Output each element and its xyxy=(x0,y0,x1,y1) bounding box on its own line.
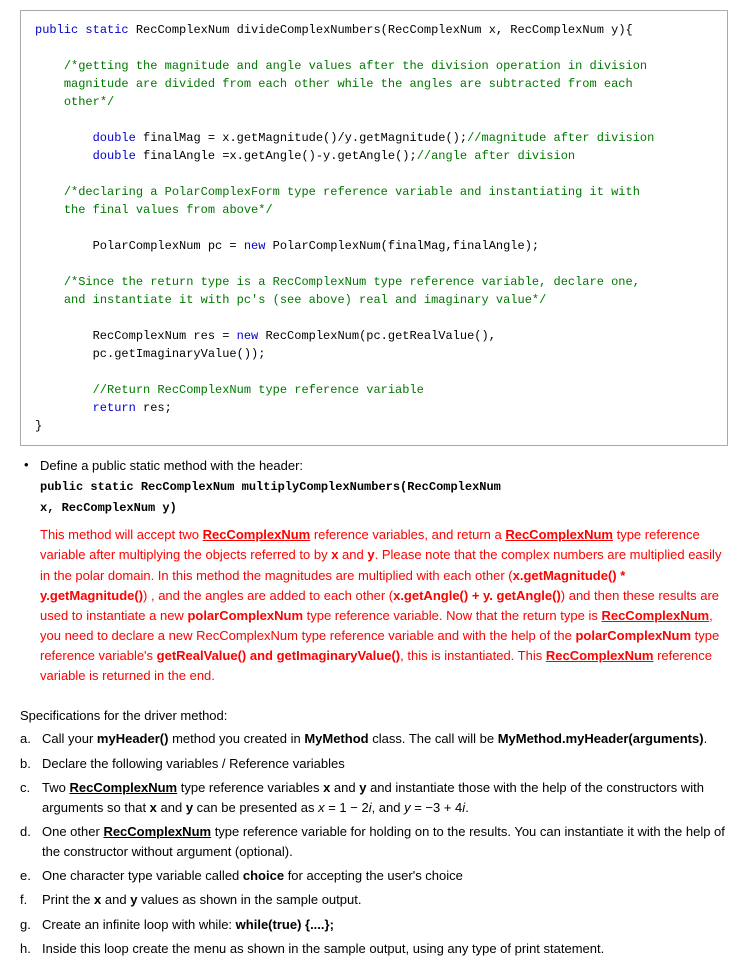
spec-item-b: b. Declare the following variables / Ref… xyxy=(20,754,728,774)
specs-section: Specifications for the driver method: a.… xyxy=(20,708,728,958)
method-header-code: public static RecComplexNum multiplyComp… xyxy=(40,480,501,515)
spec-text-b: Declare the following variables / Refere… xyxy=(42,754,345,774)
spec-letter-d: d. xyxy=(20,822,42,842)
define-method-bullet: • Define a public static method with the… xyxy=(20,456,728,694)
spec-letter-c: c. xyxy=(20,778,42,798)
spec-item-f: f. Print the x and y values as shown in … xyxy=(20,890,728,910)
spec-item-e: e. One character type variable called ch… xyxy=(20,866,728,886)
spec-text-h: Inside this loop create the menu as show… xyxy=(42,939,604,959)
define-intro: Define a public static method with the h… xyxy=(40,456,728,517)
spec-letter-h: h. xyxy=(20,939,42,959)
spec-letter-f: f. xyxy=(20,890,42,910)
spec-item-a: a. Call your myHeader() method you creat… xyxy=(20,729,728,749)
spec-text-g: Create an infinite loop with while: whil… xyxy=(42,915,334,935)
spec-letter-e: e. xyxy=(20,866,42,886)
spec-item-h: h. Inside this loop create the menu as s… xyxy=(20,939,728,959)
define-text: Define a public static method with the h… xyxy=(40,458,303,473)
bullet-symbol: • xyxy=(24,457,40,472)
specs-title: Specifications for the driver method: xyxy=(20,708,728,723)
spec-item-g: g. Create an infinite loop with while: w… xyxy=(20,915,728,935)
spec-letter-b: b. xyxy=(20,754,42,774)
spec-item-d: d. One other RecComplexNum type referenc… xyxy=(20,822,728,862)
spec-text-f: Print the x and y values as shown in the… xyxy=(42,890,361,910)
spec-text-e: One character type variable called choic… xyxy=(42,866,463,886)
spec-text-c: Two RecComplexNum type reference variabl… xyxy=(42,778,728,818)
code-block: public static RecComplexNum divideComple… xyxy=(20,10,728,446)
spec-letter-g: g. xyxy=(20,915,42,935)
spec-letter-a: a. xyxy=(20,729,42,749)
spec-item-c: c. Two RecComplexNum type reference vari… xyxy=(20,778,728,818)
method-description: This method will accept two RecComplexNu… xyxy=(40,525,728,686)
code-container: public static RecComplexNum divideComple… xyxy=(20,10,728,446)
spec-text-d: One other RecComplexNum type reference v… xyxy=(42,822,728,862)
spec-text-a: Call your myHeader() method you created … xyxy=(42,729,707,749)
bullet-body: Define a public static method with the h… xyxy=(40,456,728,694)
specs-list: a. Call your myHeader() method you creat… xyxy=(20,729,728,958)
